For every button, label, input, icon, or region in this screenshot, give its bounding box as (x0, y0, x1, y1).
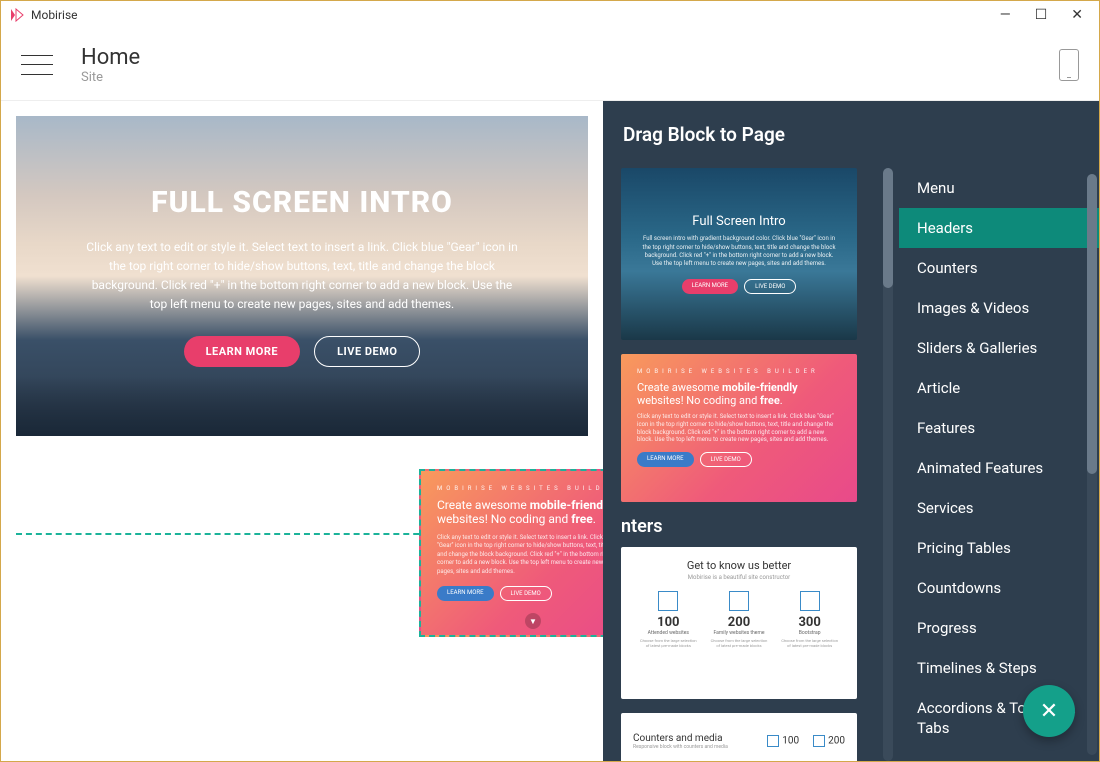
titlebar: Mobirise — ☐ ✕ (1, 1, 1099, 29)
page-title[interactable]: Home (81, 45, 140, 70)
category-item-animated-features[interactable]: Animated Features (899, 448, 1099, 488)
blocks-panel: Drag Block to Page Full Screen Intro Ful… (603, 101, 1099, 761)
minimize-button[interactable]: — (1000, 7, 1011, 23)
category-list: MenuHeadersCountersImages & VideosSlider… (899, 168, 1099, 761)
drag-small-text: Click any text to edit or style it. Sele… (437, 534, 603, 576)
category-item-menu[interactable]: Menu (899, 168, 1099, 208)
drag-headline-1: Create awesome mobile-friendly (437, 498, 603, 512)
panel-body: Full Screen Intro Full screen intro with… (603, 168, 1099, 761)
close-panel-fab[interactable]: ✕ (1023, 685, 1075, 737)
drag-kicker: MOBIRISE WEBSITES BUILDER (437, 485, 603, 492)
page-canvas[interactable]: FULL SCREEN INTRO Click any text to edit… (1, 101, 603, 761)
thumb2-btn1: LEARN MORE (637, 452, 694, 467)
counter-icon (800, 591, 820, 611)
thumb3-col-3: 300BootstrapChoose from the large select… (780, 591, 840, 648)
category-break-label: nters (621, 516, 881, 537)
thumb3-col-1: 100Attended websitesChoose from the larg… (638, 591, 698, 648)
thumb4-numbers: 100 200 (767, 735, 845, 747)
scroll-down-icon: ▼ (525, 613, 541, 629)
category-item-pricing-tables[interactable]: Pricing Tables (899, 528, 1099, 568)
site-label[interactable]: Site (81, 70, 140, 85)
hero-block[interactable]: FULL SCREEN INTRO Click any text to edit… (16, 116, 588, 436)
menu-icon[interactable] (21, 55, 53, 75)
drag-headline-2: websites! No coding and free. (437, 512, 603, 526)
thumb3-col-2: 200Family websites themeChoose from the … (709, 591, 769, 648)
counter-icon (729, 591, 749, 611)
thumb4-sub: Responsive block with counters and media (633, 744, 767, 750)
thumb2-buttons: LEARN MORE LIVE DEMO (637, 452, 841, 467)
category-item-images-videos[interactable]: Images & Videos (899, 288, 1099, 328)
category-item-countdowns[interactable]: Countdowns (899, 568, 1099, 608)
thumb3-heading: Get to know us better (633, 559, 845, 572)
mobile-preview-icon[interactable] (1059, 49, 1079, 81)
thumb3-cols: 100Attended websitesChoose from the larg… (633, 591, 845, 648)
block-thumb-counters-media[interactable]: Counters and media Responsive block with… (621, 713, 857, 761)
learn-more-button[interactable]: LEARN MORE (184, 336, 301, 367)
category-scrollbar-thumb[interactable] (1087, 174, 1097, 474)
thumb1-title: Full Screen Intro (692, 214, 785, 229)
thumbs-scrollbar-thumb[interactable] (883, 168, 893, 288)
panel-title: Drag Block to Page (603, 101, 1099, 168)
thumb2-kicker: MOBIRISE WEBSITES BUILDER (637, 368, 841, 375)
close-icon: ✕ (1040, 699, 1058, 724)
thumb1-buttons: LEARN MORE LIVE DEMO (682, 279, 797, 294)
drag-buttons: LEARN MORE LIVE DEMO (437, 586, 603, 601)
block-thumb-fullscreen-intro[interactable]: Full Screen Intro Full screen intro with… (621, 168, 857, 340)
category-item-headers[interactable]: Headers (899, 208, 1099, 248)
counter-icon (658, 591, 678, 611)
category-item-sliders-galleries[interactable]: Sliders & Galleries (899, 328, 1099, 368)
app-window: Mobirise — ☐ ✕ Home Site FULL SCREEN INT… (0, 0, 1100, 762)
page-info: Home Site (81, 45, 140, 85)
thumb1-btn2: LIVE DEMO (744, 279, 796, 294)
block-thumb-gradient-intro[interactable]: MOBIRISE WEBSITES BUILDER Create awesome… (621, 354, 857, 502)
hero-buttons: LEARN MORE LIVE DEMO (184, 336, 421, 367)
thumb4-n1: 100 (767, 735, 799, 747)
thumb2-small: Click any text to edit or style it. Sele… (637, 413, 841, 444)
drag-btn-primary: LEARN MORE (437, 586, 494, 601)
live-demo-button[interactable]: LIVE DEMO (314, 336, 420, 367)
category-item-counters[interactable]: Counters (899, 248, 1099, 288)
hero-title[interactable]: FULL SCREEN INTRO (151, 185, 453, 220)
thumb2-btn2: LIVE DEMO (700, 452, 752, 467)
drag-btn-outline: LIVE DEMO (500, 586, 552, 601)
main-area: FULL SCREEN INTRO Click any text to edit… (1, 101, 1099, 761)
thumb3-sub: Mobirise is a beautiful site constructor (633, 574, 845, 581)
maximize-button[interactable]: ☐ (1035, 7, 1048, 23)
close-button[interactable]: ✕ (1071, 7, 1083, 23)
window-controls: — ☐ ✕ (1000, 7, 1091, 23)
category-item-info[interactable]: Info (899, 749, 1099, 761)
thumb1-desc: Full screen intro with gradient backgrou… (639, 235, 839, 269)
dragging-block-preview[interactable]: MOBIRISE WEBSITES BUILDER Create awesome… (419, 469, 603, 637)
thumb4-left: Counters and media Responsive block with… (633, 733, 767, 750)
thumb2-line1: Create awesome mobile-friendly (637, 381, 841, 394)
category-item-article[interactable]: Article (899, 368, 1099, 408)
category-item-services[interactable]: Services (899, 488, 1099, 528)
category-item-features[interactable]: Features (899, 408, 1099, 448)
block-thumbnails[interactable]: Full Screen Intro Full screen intro with… (603, 168, 899, 761)
thumb2-line2: websites! No coding and free. (637, 394, 841, 407)
category-item-timelines-steps[interactable]: Timelines & Steps (899, 648, 1099, 688)
block-thumb-counters[interactable]: Get to know us better Mobirise is a beau… (621, 547, 857, 699)
thumb1-btn1: LEARN MORE (682, 279, 739, 294)
thumb4-n2: 200 (813, 735, 845, 747)
category-item-progress[interactable]: Progress (899, 608, 1099, 648)
app-name: Mobirise (31, 8, 78, 22)
app-logo-icon (9, 7, 25, 23)
thumb4-title: Counters and media (633, 733, 767, 744)
hero-description[interactable]: Click any text to edit or style it. Sele… (82, 238, 522, 315)
topbar: Home Site (1, 29, 1099, 101)
